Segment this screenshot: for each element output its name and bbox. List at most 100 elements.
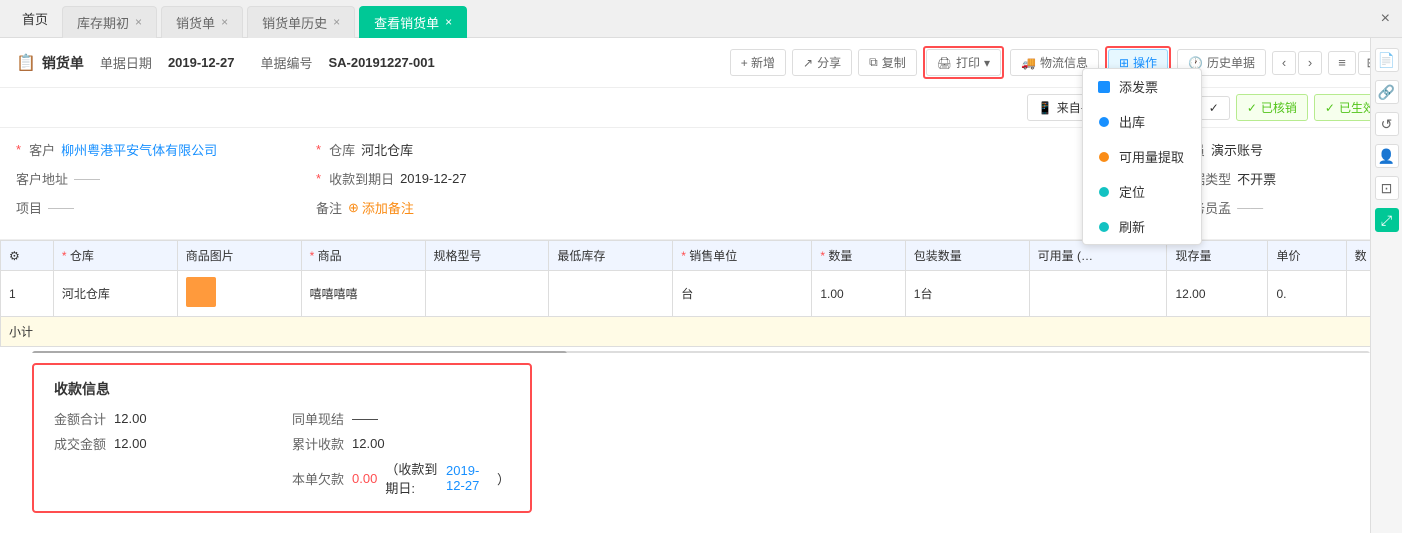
payment-grid: 金额合计 12.00 同单现结 —— 成交金额 12.00 累计收款 12.00 <box>54 409 510 497</box>
print-dropdown-icon: ▾ <box>984 56 990 70</box>
project-label: 项目 <box>16 198 42 217</box>
warehouse-field: * 仓库 河北仓库 <box>316 140 536 159</box>
cumulative-item: 累计收款 12.00 <box>292 434 510 453</box>
due-date-field: * 收款到期日 2019-12-27 <box>316 169 536 188</box>
main-content: 📋 销货单 单据日期 2019-12-27 单据编号 SA-20191227-0… <box>0 38 1402 533</box>
menu-locate[interactable]: 定位 <box>1083 174 1201 209</box>
tab-sales-history-label: 销货单历史 <box>262 13 327 32</box>
menu-available-qty[interactable]: 可用量提取 <box>1083 139 1201 174</box>
col-unit: * 销售单位 <box>673 241 812 271</box>
settle-value: —— <box>352 411 378 426</box>
col-image: 商品图片 <box>177 241 301 271</box>
form-number-value: SA-20191227-001 <box>328 55 434 70</box>
confirmed-button[interactable]: ✓ 已核销 <box>1236 94 1308 121</box>
print-button[interactable]: 🖨 打印 ▾ <box>926 49 1001 76</box>
share-label: 分享 <box>817 54 841 71</box>
new-button[interactable]: + 新增 <box>730 49 786 76</box>
copy-button[interactable]: ⧉ 复制 <box>858 49 917 76</box>
horizontal-scrollbar[interactable] <box>32 351 1370 353</box>
row-index: 1 <box>1 271 54 317</box>
logistics-icon: 🚚 <box>1021 56 1036 70</box>
sidebar-icon-3[interactable]: ↺ <box>1375 112 1399 136</box>
due-date-required: * <box>316 171 321 186</box>
menu-refresh[interactable]: 刷新 <box>1083 209 1201 244</box>
col-qty: * 数量 <box>812 241 905 271</box>
window-close-button[interactable]: × <box>1381 10 1390 28</box>
sidebar-expand-icon[interactable]: ⤢ <box>1375 208 1399 232</box>
tab-view-sales-label: 查看销货单 <box>374 13 439 32</box>
project-value: —— <box>48 200 74 215</box>
confirm-check-icon: ✓ <box>1209 101 1219 115</box>
menu-add-invoice-label: 添发票 <box>1119 77 1158 96</box>
nav-prev[interactable]: ‹ <box>1272 51 1296 75</box>
row-min-stock <box>549 271 673 317</box>
menu-add-invoice[interactable]: 添发票 <box>1083 69 1201 104</box>
tab-sales[interactable]: 销货单 × <box>161 6 243 38</box>
deal-label: 成交金额 <box>54 434 106 453</box>
warehouse-label: 仓库 <box>329 140 355 159</box>
form-number-label: 单据编号 <box>260 53 312 72</box>
tab-home[interactable]: 首页 <box>8 3 62 35</box>
nav-next[interactable]: › <box>1298 51 1322 75</box>
note-field: 备注 ⊕ 添加备注 <box>316 198 536 217</box>
view-list[interactable]: ≡ <box>1328 51 1356 75</box>
col-gear[interactable]: ⚙ <box>1 241 54 271</box>
menu-refresh-label: 刷新 <box>1119 217 1145 236</box>
amount-item: 金额合计 12.00 <box>54 409 272 428</box>
row-available <box>1029 271 1167 317</box>
share-button[interactable]: ↗ 分享 <box>792 49 852 76</box>
due-note-end: ） <box>497 469 510 488</box>
sales-table: ⚙ * 仓库 商品图片 * 商品 规格型号 最低库存 * 销售单位 * 数量 包… <box>0 240 1402 347</box>
right-sidebar: 📄 🔗 ↺ 👤 ⊡ ⤢ <box>1370 38 1402 533</box>
col-price: 单价 <box>1268 241 1346 271</box>
sidebar-icon-5[interactable]: ⊡ <box>1375 176 1399 200</box>
due-date: 2019-12-27 <box>446 463 489 493</box>
add-note-button[interactable]: ⊕ 添加备注 <box>348 198 414 217</box>
add-invoice-icon <box>1097 80 1111 94</box>
tab-view-sales[interactable]: 查看销货单 × <box>359 6 467 38</box>
subtotal-row: 小计 <box>1 317 1402 347</box>
sidebar-icon-2[interactable]: 🔗 <box>1375 80 1399 104</box>
due-label: 本单欠款 <box>292 469 344 488</box>
confirmed-icon: ✓ <box>1247 101 1257 115</box>
col-product: * 商品 <box>301 241 425 271</box>
tab-sales-label: 销货单 <box>176 13 215 32</box>
warehouse-required: * <box>316 142 321 157</box>
menu-available-qty-label: 可用量提取 <box>1119 147 1184 166</box>
cumulative-label: 累计收款 <box>292 434 344 453</box>
effective-icon: ✓ <box>1325 101 1335 115</box>
settle-label: 同单现结 <box>292 409 344 428</box>
customer-required: * <box>16 142 21 157</box>
form-header-right: + 新增 ↗ 分享 ⧉ 复制 🖨 打印 ▾ 🚚 <box>730 46 1386 79</box>
table-header-row: ⚙ * 仓库 商品图片 * 商品 规格型号 最低库存 * 销售单位 * 数量 包… <box>1 241 1402 271</box>
sidebar-icon-4[interactable]: 👤 <box>1375 144 1399 168</box>
menu-outbound[interactable]: 出库 <box>1083 104 1201 139</box>
row-spec <box>425 271 549 317</box>
row-qty: 1.00 <box>812 271 905 317</box>
available-qty-icon <box>1097 150 1111 164</box>
due-date-value: 2019-12-27 <box>400 171 467 186</box>
gear-icon: ⚙ <box>9 249 20 263</box>
tab-sales-history-close[interactable]: × <box>333 15 340 29</box>
tab-inventory-close[interactable]: × <box>135 15 142 29</box>
tab-view-sales-close[interactable]: × <box>445 15 452 29</box>
sidebar-icon-1[interactable]: 📄 <box>1375 48 1399 72</box>
row-price: 0. <box>1268 271 1346 317</box>
col-pack-qty: 包装数量 <box>905 241 1029 271</box>
confirm-icon-button[interactable]: ✓ <box>1198 96 1230 120</box>
table-row: 1 河北仓库 嘻嘻嘻嘻 台 1.00 1台 12.00 0. <box>1 271 1402 317</box>
tab-sales-history[interactable]: 销货单历史 × <box>247 6 355 38</box>
customer-value[interactable]: 柳州粤港平安气体有限公司 <box>61 140 217 159</box>
row-unit: 台 <box>673 271 812 317</box>
tab-sales-close[interactable]: × <box>221 15 228 29</box>
project-field: 项目 —— <box>16 198 236 217</box>
row-stock: 12.00 <box>1167 271 1268 317</box>
phone-icon: 📱 <box>1038 101 1053 115</box>
due-date-label: 收款到期日 <box>329 169 394 188</box>
confirmed-label: 已核销 <box>1261 99 1297 116</box>
form-date-label: 单据日期 <box>100 53 152 72</box>
add-note-plus: ⊕ <box>348 200 359 216</box>
tab-inventory[interactable]: 库存期初 × <box>62 6 157 38</box>
form-title: 📋 销货单 <box>16 53 84 73</box>
warehouse-value: 河北仓库 <box>361 140 413 159</box>
